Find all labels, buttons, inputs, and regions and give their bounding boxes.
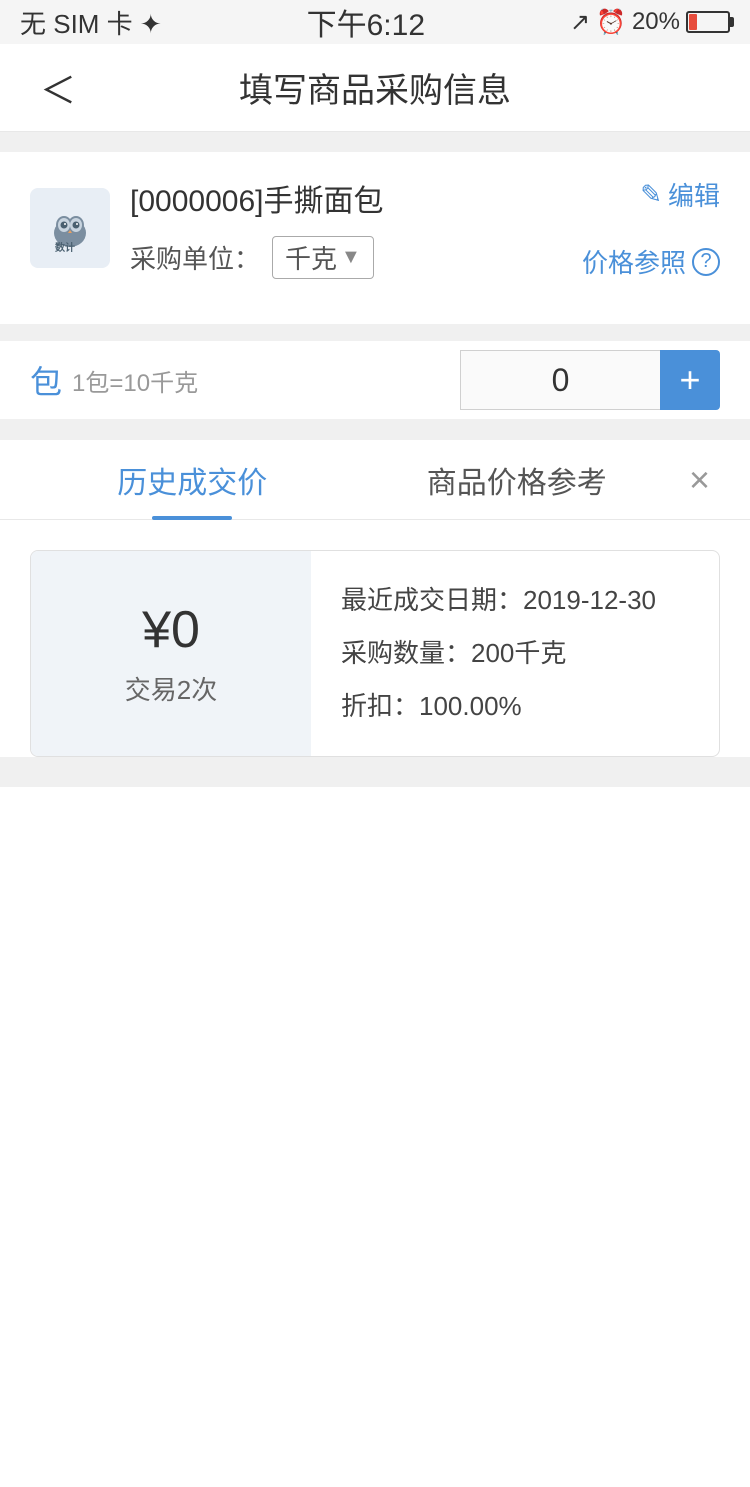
nav-bar: ＜ 填写商品采购信息 <box>0 44 750 132</box>
tab-active-underline <box>152 516 232 520</box>
quantity-input[interactable]: 0 <box>460 350 660 410</box>
purchase-qty-value: 200千克 <box>471 638 566 668</box>
transaction-count: 交易2次 <box>125 670 217 707</box>
transaction-card: ¥0 交易2次 最近成交日期：2019-12-30 采购数量：200千克 折扣：… <box>30 550 720 757</box>
sim-status: 无 SIM 卡 ✦ <box>20 4 162 41</box>
transaction-price-section: ¥0 交易2次 <box>31 551 311 756</box>
recent-date-value: 2019-12-30 <box>523 585 656 615</box>
price-symbol: ¥ <box>142 601 171 659</box>
product-full-name: [0000006]手撕面包 <box>130 176 383 220</box>
transaction-price: ¥0 <box>142 600 200 660</box>
tab-close-button[interactable]: × <box>679 459 720 501</box>
purchase-qty-label: 采购数量： <box>341 638 471 668</box>
page-title: 填写商品采购信息 <box>239 63 511 112</box>
help-circle-icon: ? <box>692 248 720 276</box>
location-icon: ↗ <box>570 8 590 37</box>
status-time: 下午6:12 <box>307 0 425 44</box>
transaction-qty-row: 采购数量：200千克 <box>341 634 689 673</box>
quantity-controls: 0 + <box>460 350 720 410</box>
unit-selector[interactable]: 千克 ▼ <box>272 236 374 279</box>
quantity-plus-button[interactable]: + <box>660 350 720 410</box>
price-value: 0 <box>171 601 200 659</box>
product-header: 数计 [0000006]手撕面包 采购单位： 千克 ▼ ✎ 编辑 <box>30 176 720 280</box>
transaction-details-section: 最近成交日期：2019-12-30 采购数量：200千克 折扣：100.00% <box>311 551 719 756</box>
alarm-icon: ⏰ <box>596 8 626 37</box>
unit-value: 千克 <box>285 239 337 276</box>
edit-label: 编辑 <box>668 176 720 213</box>
quantity-conversion: 1包=10千克 <box>72 363 198 398</box>
battery-percent: 20% <box>632 8 680 36</box>
status-left: 无 SIM 卡 ✦ <box>20 4 162 41</box>
main-content-area <box>0 787 750 1487</box>
svg-text:数计: 数计 <box>55 241 75 253</box>
product-name-block: [0000006]手撕面包 采购单位： 千克 ▼ <box>130 176 383 279</box>
price-ref-label: 价格参照 <box>582 243 686 280</box>
back-button[interactable]: ＜ <box>30 52 86 124</box>
quantity-unit-name: 包 <box>30 357 62 403</box>
price-reference-button[interactable]: 价格参照 ? <box>582 243 720 280</box>
tab-header: 历史成交价 商品价格参考 × <box>0 440 750 520</box>
quantity-label-block: 包 1包=10千克 <box>30 357 198 403</box>
tab-history-price[interactable]: 历史成交价 <box>30 440 354 520</box>
transaction-discount-row: 折扣：100.00% <box>341 687 689 726</box>
product-info-left: 数计 [0000006]手撕面包 采购单位： 千克 ▼ <box>30 176 383 279</box>
edit-icon: ✎ <box>640 179 662 210</box>
discount-label: 折扣： <box>341 691 419 721</box>
dropdown-icon: ▼ <box>341 246 361 269</box>
recent-date-label: 最近成交日期： <box>341 585 523 615</box>
edit-button[interactable]: ✎ 编辑 <box>640 176 720 213</box>
product-card: 数计 [0000006]手撕面包 采购单位： 千克 ▼ ✎ 编辑 <box>0 152 750 324</box>
battery-icon <box>686 11 730 33</box>
quantity-section: 包 1包=10千克 0 + <box>0 340 750 420</box>
discount-value: 100.00% <box>419 691 522 721</box>
product-image-icon: 数计 <box>45 203 95 253</box>
product-thumbnail: 数计 <box>30 188 110 268</box>
transaction-date-row: 最近成交日期：2019-12-30 <box>341 581 689 620</box>
tab-product-price-ref-label: 商品价格参考 <box>427 458 607 502</box>
status-right: ↗ ⏰ 20% <box>570 8 730 37</box>
tab-history-price-label: 历史成交价 <box>117 458 267 502</box>
battery-fill <box>689 14 697 30</box>
purchase-unit-row: 采购单位： 千克 ▼ <box>130 236 383 279</box>
tab-section: 历史成交价 商品价格参考 × ¥0 交易2次 最近成交日期：2019-12-30… <box>0 440 750 757</box>
purchase-unit-label: 采购单位： <box>130 239 260 276</box>
status-bar: 无 SIM 卡 ✦ 下午6:12 ↗ ⏰ 20% <box>0 0 750 44</box>
tab-product-price-ref[interactable]: 商品价格参考 <box>354 440 678 520</box>
